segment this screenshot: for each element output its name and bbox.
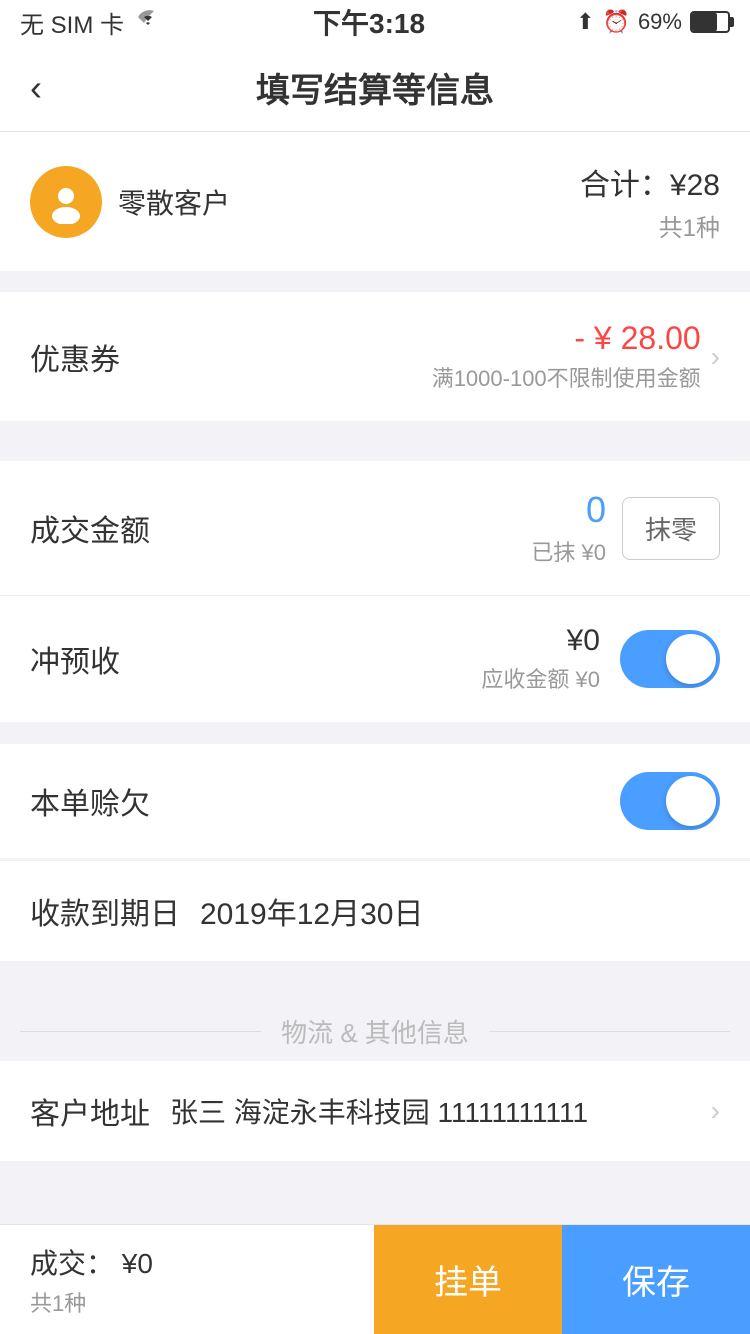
logistics-text: 物流 & 其他信息 <box>281 1013 469 1050</box>
coupon-value: - ¥ 28.00 满1000-100不限制使用金额 <box>432 320 701 393</box>
debt-label: 本单赊欠 <box>30 779 150 823</box>
alarm-icon: ⏰ <box>603 9 630 35</box>
gray-divider-1 <box>0 441 750 461</box>
avatar <box>30 166 102 238</box>
address-section: 客户地址 张三 海淀永丰科技园 11111111111 › <box>0 1061 750 1161</box>
coupon-row[interactable]: 优惠券 - ¥ 28.00 满1000-100不限制使用金额 › <box>0 291 750 421</box>
save-button[interactable]: 保存 <box>562 1225 750 1334</box>
bottom-summary-count: 共1种 <box>30 1286 344 1318</box>
due-date-row: 收款到期日 2019年12月30日 <box>0 860 750 961</box>
pre-receive-label: 冲预收 <box>30 637 120 681</box>
amount-display: 0 已抹 ¥0 <box>531 489 606 567</box>
logistics-divider: 物流 & 其他信息 <box>0 1001 750 1061</box>
coupon-right: - ¥ 28.00 满1000-100不限制使用金额 › <box>432 320 720 393</box>
toggle-knob <box>666 634 716 684</box>
transaction-sub: 已抹 ¥0 <box>531 535 606 567</box>
logistics-line-left <box>20 1031 261 1032</box>
battery-text: 69% <box>638 9 682 35</box>
transaction-right: 0 已抹 ¥0 抹零 <box>531 489 720 567</box>
customer-name: 零散客户 <box>118 182 230 222</box>
customer-left: 零散客户 <box>30 166 230 238</box>
customer-row: 零散客户 合计：¥28 共1种 <box>0 132 750 271</box>
coupon-label: 优惠券 <box>30 335 120 379</box>
transaction-label: 成交金额 <box>30 506 150 550</box>
nav-bar: ‹ 填写结算等信息 <box>0 44 750 132</box>
coupon-desc: 满1000-100不限制使用金额 <box>432 361 701 393</box>
pre-amount: ¥0 <box>481 624 600 658</box>
gray-divider-3 <box>0 981 750 1001</box>
debt-section: 本单赊欠 <box>0 744 750 858</box>
debt-toggle[interactable] <box>620 772 720 830</box>
bottom-bar: 成交： ¥0 共1种 挂单 保存 <box>0 1224 750 1334</box>
customer-section: 零散客户 合计：¥28 共1种 <box>0 132 750 271</box>
pre-amount-sub: 应收金额 ¥0 <box>481 662 600 694</box>
debt-toggle-knob <box>666 776 716 826</box>
address-row[interactable]: 客户地址 张三 海淀永丰科技园 11111111111 › <box>0 1061 750 1161</box>
customer-summary: 合计：¥28 共1种 <box>580 160 720 243</box>
address-label: 客户地址 <box>30 1089 150 1133</box>
address-chevron-icon: › <box>711 1095 720 1127</box>
status-bar: 无 SIM 卡 下午3:18 ⬆ ⏰ 69% <box>0 0 750 44</box>
carrier-text: 无 SIM 卡 <box>20 5 124 40</box>
address-value: 张三 海淀永丰科技园 11111111111 <box>170 1091 711 1131</box>
chevron-right-icon: › <box>711 341 720 373</box>
back-button[interactable]: ‹ <box>30 57 52 119</box>
pre-receive-toggle[interactable] <box>620 630 720 688</box>
bottom-summary-label: 成交： <box>30 1248 114 1279</box>
pre-receive-amounts: ¥0 应收金额 ¥0 <box>481 624 600 694</box>
wifi-icon <box>134 8 162 36</box>
due-date-section: 收款到期日 2019年12月30日 <box>0 860 750 961</box>
page-title: 填写结算等信息 <box>256 63 494 112</box>
status-left: 无 SIM 卡 <box>20 5 162 40</box>
pre-receive-row: 冲预收 ¥0 应收金额 ¥0 <box>0 595 750 722</box>
transaction-value: 0 <box>531 489 606 531</box>
transaction-row: 成交金额 0 已抹 ¥0 抹零 <box>0 461 750 595</box>
coupon-amount: - ¥ 28.00 <box>432 320 701 357</box>
coupon-section: 优惠券 - ¥ 28.00 满1000-100不限制使用金额 › <box>0 291 750 421</box>
logistics-line-right <box>489 1031 730 1032</box>
transaction-section: 成交金额 0 已抹 ¥0 抹零 冲预收 ¥0 应收金额 ¥0 <box>0 461 750 722</box>
due-date-label: 收款到期日 <box>30 889 180 933</box>
hang-button[interactable]: 挂单 <box>374 1225 562 1334</box>
round-btn[interactable]: 抹零 <box>622 497 720 560</box>
bottom-summary-top: 成交： ¥0 <box>30 1242 344 1282</box>
content: 零散客户 合计：¥28 共1种 优惠券 - ¥ 28.00 满1000-100不… <box>0 132 750 1301</box>
location-icon: ⬆ <box>576 9 594 35</box>
gray-divider-2 <box>0 724 750 744</box>
due-date-value: 2019年12月30日 <box>200 889 423 933</box>
pre-receive-right: ¥0 应收金额 ¥0 <box>481 624 720 694</box>
battery-icon <box>690 11 730 33</box>
time-text: 下午3:18 <box>313 2 425 42</box>
total-count: 共1种 <box>580 208 720 243</box>
total-amount: 合计：¥28 <box>580 160 720 204</box>
bottom-summary: 成交： ¥0 共1种 <box>0 1242 374 1318</box>
bottom-summary-value: ¥0 <box>122 1248 153 1279</box>
status-right: ⬆ ⏰ 69% <box>576 9 730 35</box>
